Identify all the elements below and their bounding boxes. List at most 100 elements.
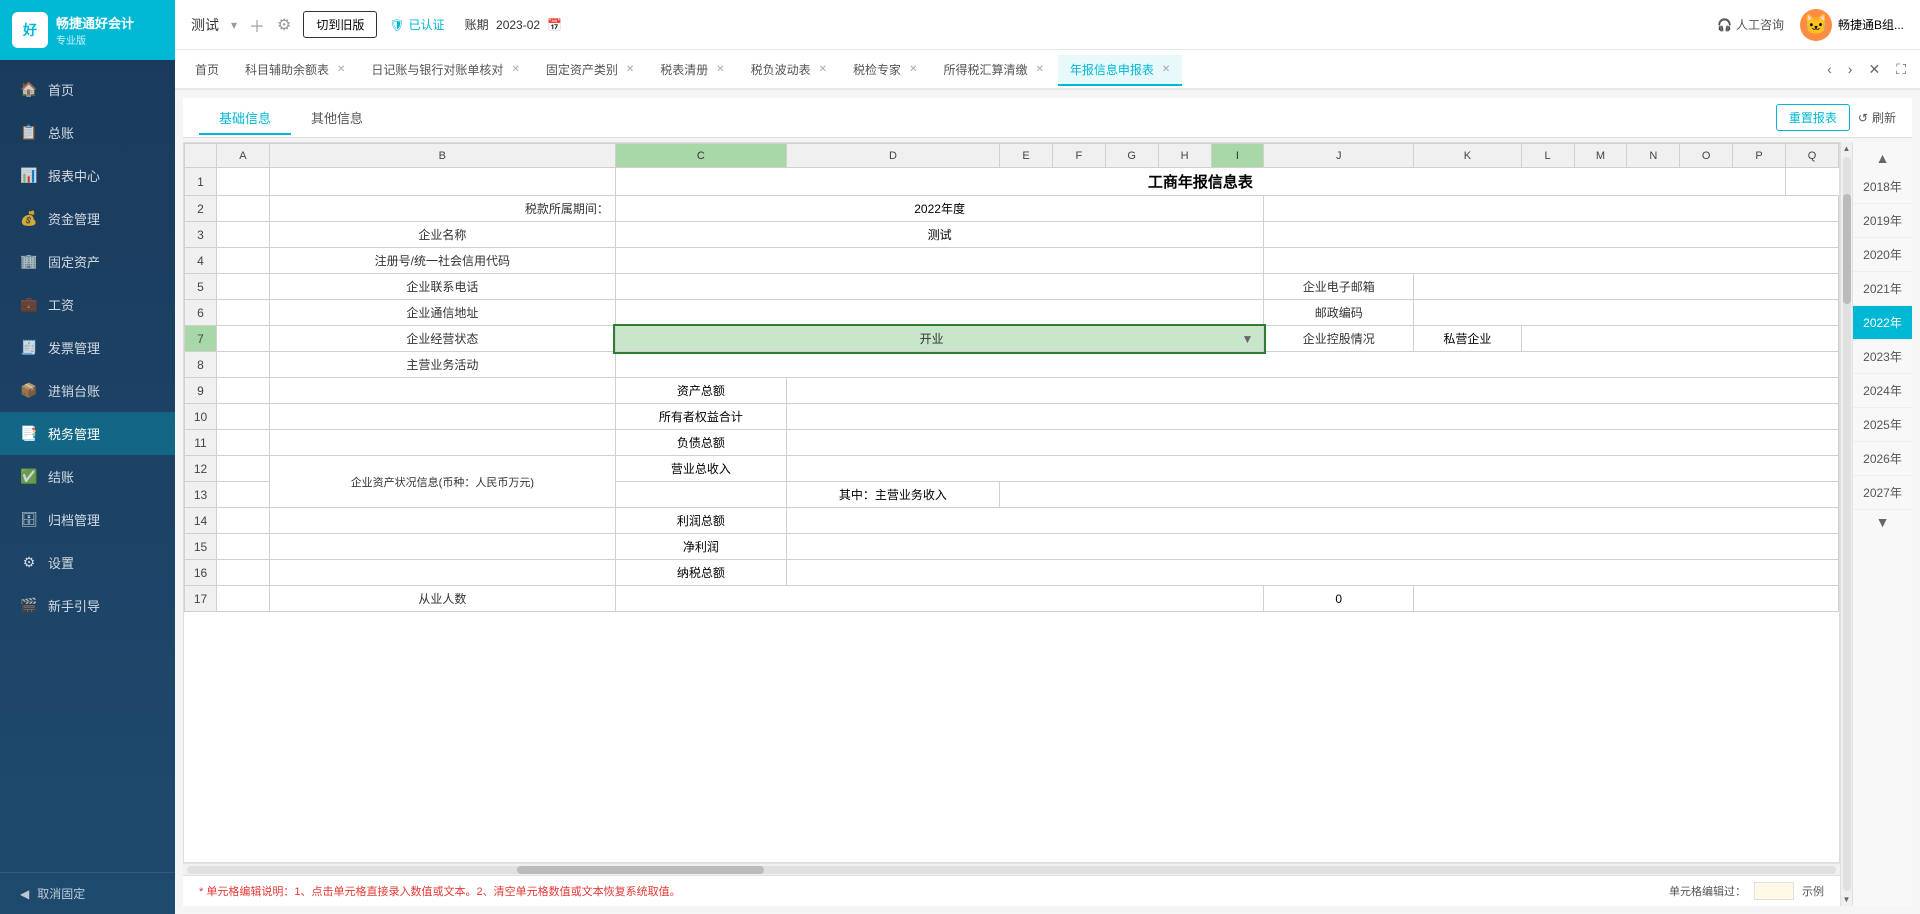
sidebar-item-guide[interactable]: 🎬 新手引导 [0,584,175,627]
tab-subject-balance[interactable]: 科目辅助余额表 ✕ [233,55,357,86]
cell-4-b[interactable]: 注册号/统一社会信用代码 [269,248,615,274]
col-header-q[interactable]: Q [1785,144,1838,168]
cell-5-b[interactable]: 企业联系电话 [269,274,615,300]
tab-expand-button[interactable]: ⛶ [1890,59,1912,80]
cell-7-j[interactable]: 企业控股情况 [1264,326,1414,352]
cell-5-k[interactable] [1414,274,1839,300]
vscroll-down-btn[interactable]: ▼ [1841,893,1853,906]
cell-2-a[interactable] [217,196,270,222]
cell-title[interactable]: 工商年报信息表 [615,168,1785,196]
cell-17-b[interactable]: 从业人数 [269,586,615,612]
cell-11-c[interactable]: 负债总额 [615,430,786,456]
sidebar-item-archive[interactable]: 🗄 归档管理 [0,498,175,541]
tab-close-icon[interactable]: ✕ [337,64,345,75]
tab-close-icon[interactable]: ✕ [819,64,827,75]
cell-6-c[interactable] [615,300,1264,326]
cell-10-rest[interactable] [786,404,1838,430]
cell-6-k[interactable] [1414,300,1839,326]
sidebar-item-settings[interactable]: ⚙ 设置 [0,541,175,584]
tab-bank-reconcile[interactable]: 日记账与银行对账单核对 ✕ [359,55,531,86]
tab-income-tax[interactable]: 所得税汇算清缴 ✕ [931,55,1055,86]
col-header-k[interactable]: K [1414,144,1522,168]
cell-4-a[interactable] [217,248,270,274]
cell-9-a[interactable] [217,378,270,404]
col-header-l[interactable]: L [1521,144,1574,168]
year-item-2024[interactable]: 2024年 [1853,374,1912,408]
tab-close-icon[interactable]: ✕ [626,64,634,75]
cell-9-c[interactable]: 资产总额 [615,378,786,404]
col-header-m[interactable]: M [1574,144,1627,168]
col-header-f[interactable]: F [1052,144,1105,168]
cell-11-rest[interactable] [786,430,1838,456]
hscroll-bar[interactable] [183,863,1840,875]
year-item-2026[interactable]: 2026年 [1853,442,1912,476]
cell-12-a[interactable] [217,456,270,482]
cell-14-rest[interactable] [786,508,1838,534]
cell-16-b[interactable] [269,560,615,586]
cell-11-a[interactable] [217,430,270,456]
cell-9-rest[interactable] [786,378,1838,404]
cell-16-a[interactable] [217,560,270,586]
sidebar-item-tax[interactable]: 📑 税务管理 [0,412,175,455]
year-item-2025[interactable]: 2025年 [1853,408,1912,442]
switch-old-button[interactable]: 切到旧版 [303,11,377,38]
vscroll-track[interactable] [1843,157,1851,891]
user-menu[interactable]: 🐱 畅捷通B组... [1800,9,1904,41]
cell-15-a[interactable] [217,534,270,560]
sidebar-item-inventory[interactable]: 📦 进销台账 [0,369,175,412]
spreadsheet-container[interactable]: A B C D E F G H I J [183,142,1840,863]
sidebar-item-ledger[interactable]: 📋 总账 [0,111,175,154]
cell-5-c[interactable] [615,274,1264,300]
cell-1-a[interactable] [217,168,270,196]
topbar-add-button[interactable]: ＋ [249,13,265,37]
cell-4-rest[interactable] [1264,248,1839,274]
cell-13-a[interactable] [217,482,270,508]
cell-12-rest[interactable] [786,456,1838,482]
cell-13-c[interactable] [615,482,786,508]
cell-9-b[interactable] [269,378,615,404]
cell-13-rest[interactable] [1000,482,1839,508]
cell-8-b[interactable]: 主营业务活动 [269,352,615,378]
cell-4-c[interactable] [615,248,1264,274]
col-header-n[interactable]: N [1627,144,1680,168]
cell-17-j[interactable]: 0 [1264,586,1414,612]
sub-tab-other[interactable]: 其他信息 [291,102,383,135]
business-status-select[interactable]: 开业 注销 吊销 迁出 撤销 [622,332,1258,346]
cell-7-rest[interactable] [1521,326,1838,352]
col-header-b[interactable]: B [269,144,615,168]
cell-5-a[interactable] [217,274,270,300]
col-header-g[interactable]: G [1105,144,1158,168]
cell-17-c[interactable] [615,586,1264,612]
sidebar-item-home[interactable]: 🏠 首页 [0,68,175,111]
cell-13-d[interactable]: 其中：主营业务收入 [786,482,999,508]
tab-tax-burden[interactable]: 税负波动表 ✕ [739,55,839,86]
tab-home[interactable]: 首页 [183,55,231,86]
year-item-2022[interactable]: 2022年 [1853,306,1912,340]
tab-close-icon[interactable]: ✕ [511,64,519,75]
cell-16-c[interactable]: 纳税总额 [615,560,786,586]
col-header-i[interactable]: I [1211,144,1264,168]
tab-next-button[interactable]: › [1842,59,1859,80]
sub-tab-basic[interactable]: 基础信息 [199,102,291,135]
reset-report-button[interactable]: 重置报表 [1776,104,1850,131]
col-header-d[interactable]: D [786,144,999,168]
cell-5-j[interactable]: 企业电子邮箱 [1264,274,1414,300]
sidebar-item-close[interactable]: ✅ 结账 [0,455,175,498]
tab-tax-table[interactable]: 税表清册 ✕ [648,55,736,86]
sidebar-item-reports[interactable]: 📊 报表中心 [0,154,175,197]
col-header-c[interactable]: C [615,144,786,168]
year-item-2020[interactable]: 2020年 [1853,238,1912,272]
tab-close-icon[interactable]: ✕ [909,64,917,75]
cell-17-a[interactable] [217,586,270,612]
cell-7-k[interactable]: 私营企业 [1414,326,1522,352]
cell-7-a[interactable] [217,326,270,352]
year-nav-down[interactable]: ▼ [1853,510,1912,534]
cell-2-j[interactable] [1264,196,1839,222]
cancel-fixed-btn[interactable]: ◀ 取消固定 [0,872,175,914]
cell-11-b[interactable] [269,430,615,456]
col-header-h[interactable]: H [1158,144,1211,168]
cell-7-b[interactable]: 企业经营状态 [269,326,615,352]
vscroll-up-btn[interactable]: ▲ [1841,142,1853,155]
cell-15-b[interactable] [269,534,615,560]
sidebar-item-assets[interactable]: 🏢 固定资产 [0,240,175,283]
